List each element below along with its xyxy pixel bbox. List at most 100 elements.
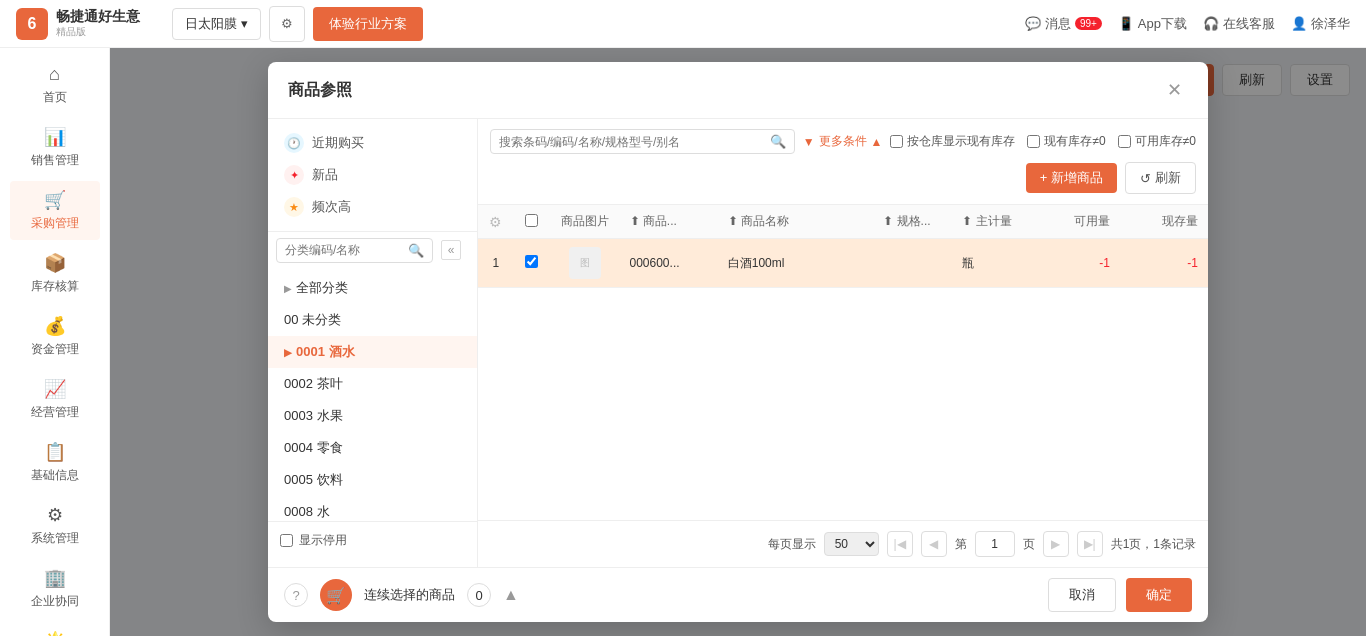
app-download-label: App下载 xyxy=(1138,15,1187,33)
arrow-icon: ▶ xyxy=(284,283,292,294)
filter-options: 按仓库显示现有库存 现有库存≠0 可用库存≠0 xyxy=(890,133,1196,150)
sidebar-item-enterprise[interactable]: 🏢 企业协同 xyxy=(10,559,100,618)
sidebar-item-operations-label: 经营管理 xyxy=(31,404,79,421)
table-settings-icon[interactable]: ⚙ xyxy=(489,214,502,230)
category-item-0004[interactable]: 0004 零食 xyxy=(268,432,477,464)
modal-toolbar: 🔍 ▼ 更多条件 ▲ 按仓库显示现有库存 xyxy=(478,119,1208,205)
sidebar-item-finance[interactable]: 💰 资金管理 xyxy=(10,307,100,366)
page-unit: 页 xyxy=(1023,536,1035,553)
logo-text: 畅捷通好生意 xyxy=(56,8,140,25)
last-page-button[interactable]: ▶| xyxy=(1077,531,1103,557)
sidebar-item-sales[interactable]: 📊 销售管理 xyxy=(10,118,100,177)
product-image: 图 xyxy=(569,247,601,279)
filter-warehouse-label[interactable]: 按仓库显示现有库存 xyxy=(890,133,1015,150)
home-icon: ⌂ xyxy=(49,64,60,85)
modal-close-button[interactable]: ✕ xyxy=(1160,76,1188,104)
sidebar-item-home[interactable]: ⌂ 首页 xyxy=(10,56,100,114)
show-disabled-wrap: 显示停用 xyxy=(268,521,477,559)
category-item-0001[interactable]: ▶ 0001 酒水 xyxy=(268,336,477,368)
filter-available-label[interactable]: 可用库存≠0 xyxy=(1118,133,1196,150)
confirm-button[interactable]: 确定 xyxy=(1126,578,1192,612)
next-page-button[interactable]: ▶ xyxy=(1043,531,1069,557)
category-item-all[interactable]: ▶ 全部分类 xyxy=(268,272,477,304)
message-icon: 💬 xyxy=(1025,16,1041,31)
product-search-input[interactable] xyxy=(499,135,766,149)
table-row[interactable]: 1 图 000600... 白酒100ml xyxy=(478,239,1208,288)
filter-available-text: 可用库存≠0 xyxy=(1135,133,1196,150)
sidebar-item-system[interactable]: ⚙ 系统管理 xyxy=(10,496,100,555)
refresh-icon: ↺ xyxy=(1140,171,1151,186)
col-code-header[interactable]: ⬆ 商品... xyxy=(620,205,718,239)
online-service-item[interactable]: 🎧 在线客服 xyxy=(1203,15,1275,33)
show-disabled-checkbox[interactable] xyxy=(280,534,293,547)
page-number-input[interactable] xyxy=(975,531,1015,557)
col-spec-header[interactable]: ⬆ 规格... xyxy=(873,205,952,239)
first-page-button[interactable]: |◀ xyxy=(887,531,913,557)
sidebar-item-purchase-label: 采购管理 xyxy=(31,215,79,232)
category-item-0002[interactable]: 0002 茶叶 xyxy=(268,368,477,400)
filter-available-checkbox[interactable] xyxy=(1118,135,1131,148)
col-img-label: 商品图片 xyxy=(561,214,609,228)
quick-link-recent[interactable]: 🕐 近期购买 xyxy=(276,127,469,159)
sales-icon: 📊 xyxy=(44,126,66,148)
app-download-item[interactable]: 📱 App下载 xyxy=(1118,15,1187,33)
nav-selector[interactable]: 日太阳膜 ▾ xyxy=(172,8,261,40)
category-item-00[interactable]: 00 未分类 xyxy=(268,304,477,336)
nav-right: 💬 消息 99+ 📱 App下载 🎧 在线客服 👤 徐泽华 xyxy=(1025,15,1350,33)
filter-current-stock-label[interactable]: 现有库存≠0 xyxy=(1027,133,1105,150)
sidebar-item-basics[interactable]: 📋 基础信息 xyxy=(10,433,100,492)
footer-collapse-icon[interactable]: ▲ xyxy=(503,586,519,604)
select-all-checkbox[interactable] xyxy=(525,214,538,227)
quick-link-frequent-label: 频次高 xyxy=(312,198,351,216)
quick-link-frequent[interactable]: ★ 频次高 xyxy=(276,191,469,223)
sidebar: ⌂ 首页 📊 销售管理 🛒 采购管理 📦 库存核算 💰 资金管理 📈 经营管理 … xyxy=(0,48,110,636)
category-search-input[interactable] xyxy=(285,243,404,257)
category-item-0005[interactable]: 0005 饮料 xyxy=(268,464,477,496)
page-size-select[interactable]: 50 100 200 xyxy=(824,532,879,556)
sidebar-item-purchase[interactable]: 🛒 采购管理 xyxy=(10,181,100,240)
sidebar-item-basics-label: 基础信息 xyxy=(31,467,79,484)
avatar-icon: 👤 xyxy=(1291,16,1307,31)
quick-link-new[interactable]: ✦ 新品 xyxy=(276,159,469,191)
cart-icon[interactable]: 🛒 xyxy=(320,579,352,611)
col-name-sort-icon: ⬆ xyxy=(728,214,741,228)
user-profile-item[interactable]: 👤 徐泽华 xyxy=(1291,15,1350,33)
refresh-product-button[interactable]: ↺ 刷新 xyxy=(1125,162,1196,194)
freq-icon: ★ xyxy=(284,197,304,217)
selected-count-badge: 0 xyxy=(467,583,491,607)
filter-current-stock-checkbox[interactable] xyxy=(1027,135,1040,148)
continuous-label: 连续选择的商品 xyxy=(364,586,455,604)
category-item-0002-label: 0002 茶叶 xyxy=(284,375,343,393)
settings-nav-button[interactable]: ⚙ xyxy=(269,6,305,42)
col-name-header[interactable]: ⬆ 商品名称 xyxy=(718,205,873,239)
product-search-icon[interactable]: 🔍 xyxy=(770,134,786,149)
logo-icon: 6 xyxy=(16,8,48,40)
sidebar-item-newbie[interactable]: 🌟 新手引导 xyxy=(10,622,100,636)
sidebar-item-inventory[interactable]: 📦 库存核算 xyxy=(10,244,100,303)
messages-nav-item[interactable]: 💬 消息 99+ xyxy=(1025,15,1102,33)
modal-footer: ? 🛒 连续选择的商品 0 ▲ 取消 确定 xyxy=(268,567,1208,622)
col-unit-header[interactable]: ⬆ 主计量 xyxy=(952,205,1031,239)
sidebar-item-operations[interactable]: 📈 经营管理 xyxy=(10,370,100,429)
product-table-area: ⚙ 商品图片 xyxy=(478,205,1208,520)
row-checkbox[interactable] xyxy=(525,255,538,268)
system-icon: ⚙ xyxy=(47,504,63,526)
active-arrow-icon: ▶ xyxy=(284,347,292,358)
filter-warehouse-checkbox[interactable] xyxy=(890,135,903,148)
modal-body: 🕐 近期购买 ✦ 新品 ★ 频次高 xyxy=(268,119,1208,567)
cancel-button[interactable]: 取消 xyxy=(1048,578,1116,612)
add-product-button[interactable]: + 新增商品 xyxy=(1026,163,1117,193)
main-content: 查询 刷新 设置 商品参照 ✕ xyxy=(110,48,1366,636)
category-search-icon[interactable]: 🔍 xyxy=(408,243,424,258)
category-item-0003[interactable]: 0003 水果 xyxy=(268,400,477,432)
category-item-0008[interactable]: 0008 水 xyxy=(268,496,477,521)
more-filters-button[interactable]: ▼ 更多条件 ▲ xyxy=(803,133,883,150)
show-disabled-label: 显示停用 xyxy=(299,532,347,549)
finance-icon: 💰 xyxy=(44,315,66,337)
experience-btn[interactable]: 体验行业方案 xyxy=(313,7,423,41)
help-button[interactable]: ? xyxy=(284,583,308,607)
refresh-label: 刷新 xyxy=(1155,169,1181,187)
prev-page-button[interactable]: ◀ xyxy=(921,531,947,557)
collapse-panel-button[interactable]: « xyxy=(441,240,461,260)
main-layout: ⌂ 首页 📊 销售管理 🛒 采购管理 📦 库存核算 💰 资金管理 📈 经营管理 … xyxy=(0,48,1366,636)
